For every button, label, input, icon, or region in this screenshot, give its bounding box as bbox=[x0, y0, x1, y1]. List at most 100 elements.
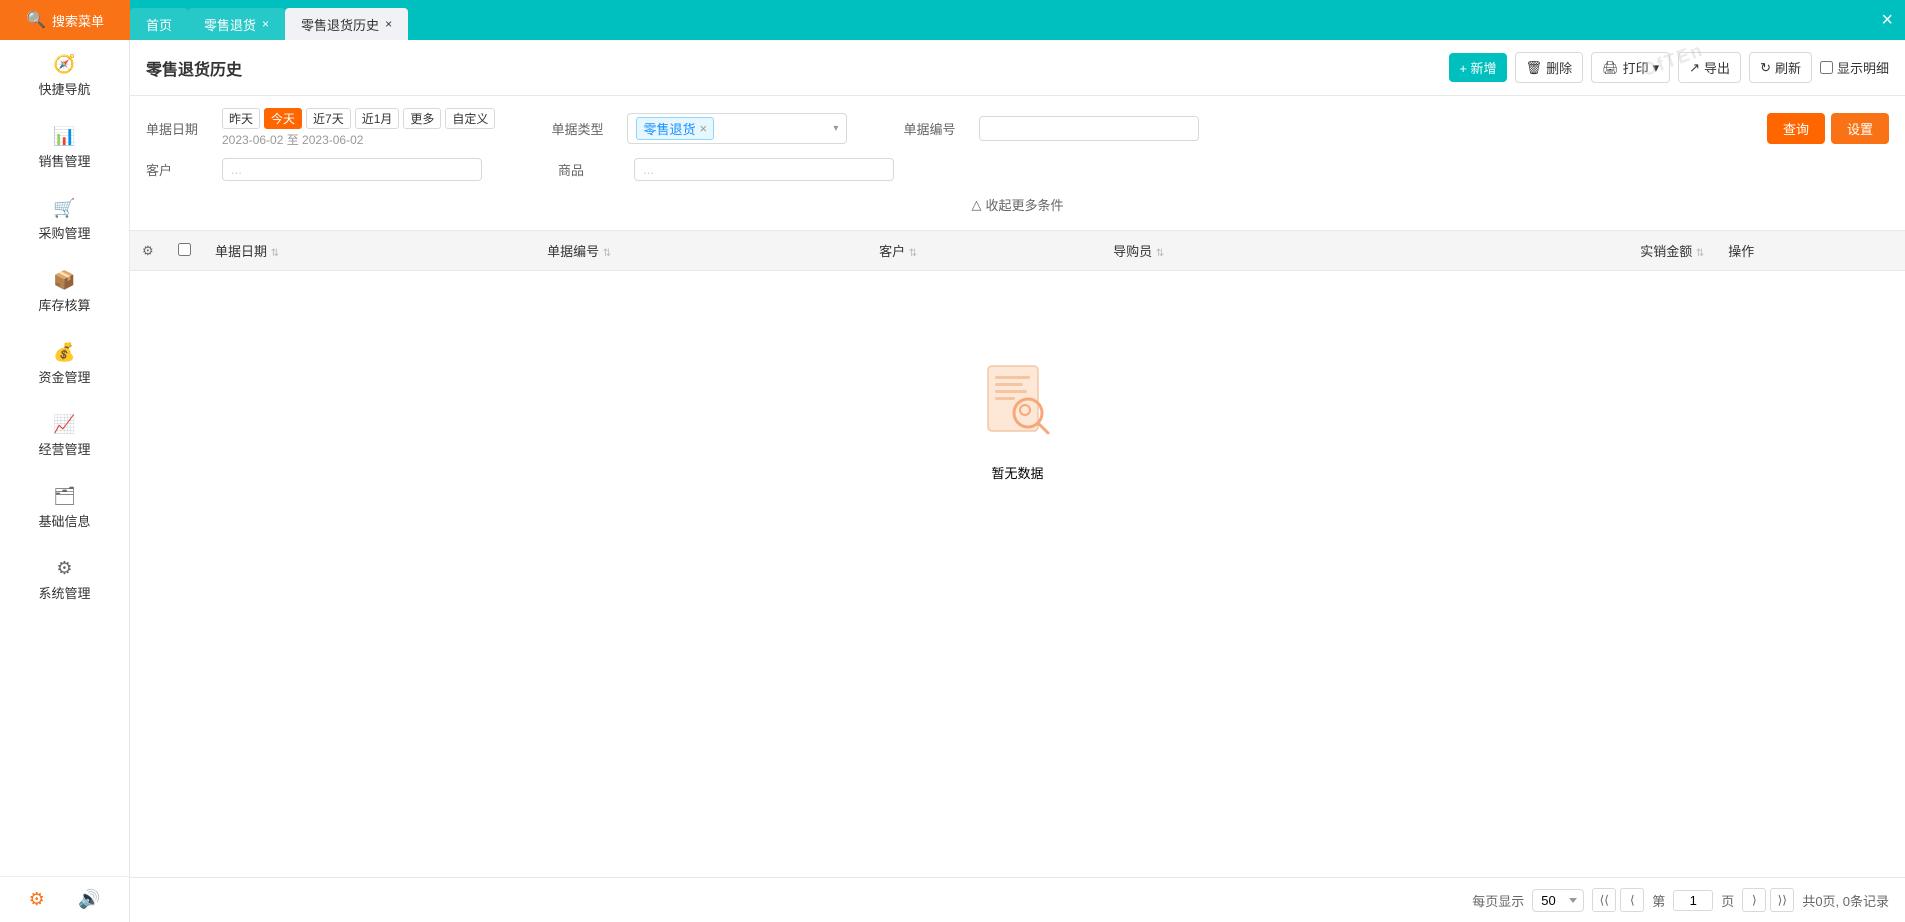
search-icon: 🔍 bbox=[26, 10, 46, 30]
th-customer[interactable]: 客户 ⇅ bbox=[867, 231, 1101, 271]
voucher-type-close[interactable]: × bbox=[699, 121, 707, 136]
date-1month[interactable]: 近1月 bbox=[355, 108, 400, 129]
page-last-btn[interactable]: ⟩⟩ bbox=[1770, 888, 1794, 912]
th-guide[interactable]: 导购员 ⇅ bbox=[1101, 231, 1384, 271]
tab-retail-return-history[interactable]: 零售退货历史 × bbox=[285, 8, 408, 40]
sort-guide-icon: ⇅ bbox=[1156, 248, 1164, 259]
delete-icon: 🗑 bbox=[1526, 60, 1543, 76]
export-icon: ↗ bbox=[1689, 60, 1700, 76]
sort-date-icon: ⇅ bbox=[271, 248, 279, 259]
window-close-btn[interactable]: × bbox=[1869, 9, 1905, 32]
settings-bottom-icon[interactable]: ⚙ bbox=[29, 889, 45, 910]
th-action: 操作 bbox=[1716, 231, 1905, 271]
query-button[interactable]: 查询 bbox=[1767, 113, 1825, 144]
empty-state-row: 暂无数据 bbox=[130, 271, 1905, 563]
print-dropdown-icon: ▾ bbox=[1653, 60, 1660, 76]
print-icon: 🖨 bbox=[1602, 60, 1619, 76]
print-button[interactable]: 🖨 打印 ▾ bbox=[1591, 52, 1670, 83]
tab-close-retail-return-history[interactable]: × bbox=[385, 17, 392, 31]
th-date[interactable]: 单据日期 ⇅ bbox=[203, 231, 535, 271]
finance-icon: 💰 bbox=[53, 342, 75, 363]
sidebar-label-inventory: 库存核算 bbox=[38, 295, 90, 314]
page-title: 零售退货历史 bbox=[146, 56, 242, 80]
date-range-display: 2023-06-02 至 2023-06-02 bbox=[222, 131, 495, 148]
sidebar-item-purchase[interactable]: 🛒 采购管理 bbox=[0, 184, 129, 256]
top-bar: 🔍 搜索菜单 首页 零售退货 × 零售退货历史 × × bbox=[0, 0, 1905, 40]
refresh-button[interactable]: ↻ 刷新 bbox=[1749, 52, 1812, 83]
date-today[interactable]: 今天 bbox=[264, 108, 302, 129]
sidebar-label-operations: 经营管理 bbox=[38, 439, 90, 458]
filter-row-1: 单据日期 昨天 今天 近7天 近1月 更多 自定义 2023-06-02 至 2… bbox=[146, 108, 1889, 148]
operations-icon: 📈 bbox=[53, 414, 75, 435]
th-amount[interactable]: 实销金额 ⇅ bbox=[1384, 231, 1716, 271]
tab-home[interactable]: 首页 bbox=[130, 8, 188, 40]
tab-retail-return[interactable]: 零售退货 × bbox=[188, 8, 285, 40]
page-header: 零售退货历史 + 新增 🗑 删除 🖨 打印 ▾ ↗ 导出 ↻ bbox=[130, 40, 1905, 96]
inventory-icon: 📦 bbox=[53, 270, 75, 291]
export-button[interactable]: ↗ 导出 bbox=[1678, 52, 1741, 83]
table-body: 暂无数据 bbox=[130, 271, 1905, 563]
display-detail-checkbox[interactable] bbox=[1820, 61, 1833, 74]
sort-no-icon: ⇅ bbox=[603, 248, 611, 259]
table-header-row: ⚙ 单据日期 ⇅ 单据编号 ⇅ bbox=[130, 231, 1905, 271]
voucher-no-label: 单据编号 bbox=[903, 119, 963, 138]
filter-row-2: 客户 ... 商品 ... bbox=[146, 158, 1889, 181]
th-checkbox bbox=[166, 231, 203, 271]
tab-close-retail-return[interactable]: × bbox=[262, 17, 269, 31]
sidebar-item-finance[interactable]: 💰 资金管理 bbox=[0, 328, 129, 400]
page-prev-btn[interactable]: ⟨ bbox=[1620, 888, 1644, 912]
th-no[interactable]: 单据编号 ⇅ bbox=[535, 231, 867, 271]
collapse-btn[interactable]: △ 收起更多条件 bbox=[146, 191, 1889, 218]
sidebar-item-basic-info[interactable]: 🗂 基础信息 bbox=[0, 472, 129, 544]
main-layout: 🧭 快捷导航 📊 销售管理 🛒 采购管理 📦 库存核算 💰 资金管理 📈 经营管… bbox=[0, 40, 1905, 922]
display-detail-wrapper: 显示明细 bbox=[1820, 58, 1889, 77]
sidebar-label-system: 系统管理 bbox=[38, 583, 90, 602]
table-container: ⚙ 单据日期 ⇅ 单据编号 ⇅ bbox=[130, 231, 1905, 877]
goods-input-wrapper[interactable]: ... bbox=[634, 158, 894, 181]
column-settings-icon[interactable]: ⚙ bbox=[142, 243, 154, 258]
quick-nav-icon: 🧭 bbox=[53, 54, 75, 75]
sidebar-item-system[interactable]: ⚙ 系统管理 bbox=[0, 544, 129, 616]
content-area: 零售退货历史 + 新增 🗑 删除 🖨 打印 ▾ ↗ 导出 ↻ bbox=[130, 40, 1905, 922]
new-button[interactable]: + 新增 bbox=[1449, 53, 1506, 82]
voucher-no-input[interactable] bbox=[979, 116, 1199, 141]
sidebar-item-inventory[interactable]: 📦 库存核算 bbox=[0, 256, 129, 328]
customer-input-wrapper[interactable]: ... bbox=[222, 158, 482, 181]
customer-placeholder: ... bbox=[231, 162, 473, 177]
setting-button[interactable]: 设置 bbox=[1831, 113, 1889, 144]
date-custom[interactable]: 自定义 bbox=[445, 108, 495, 129]
sidebar-item-quick-nav[interactable]: 🧭 快捷导航 bbox=[0, 40, 129, 112]
page-number-input[interactable] bbox=[1673, 890, 1713, 911]
data-table: ⚙ 单据日期 ⇅ 单据编号 ⇅ bbox=[130, 231, 1905, 562]
search-menu-btn[interactable]: 🔍 搜索菜单 bbox=[0, 0, 130, 40]
collapse-icon: △ bbox=[971, 197, 981, 213]
select-all-checkbox[interactable] bbox=[178, 243, 191, 256]
date-7days[interactable]: 近7天 bbox=[306, 108, 351, 129]
date-more[interactable]: 更多 bbox=[403, 108, 441, 129]
voucher-type-select-wrapper[interactable]: 零售退货 × ▾ bbox=[627, 113, 847, 144]
delete-button[interactable]: 🗑 删除 bbox=[1515, 52, 1584, 83]
table-header: ⚙ 单据日期 ⇅ 单据编号 ⇅ bbox=[130, 231, 1905, 271]
sales-icon: 📊 bbox=[53, 126, 75, 147]
sidebar-label-finance: 资金管理 bbox=[38, 367, 90, 386]
date-yesterday[interactable]: 昨天 bbox=[222, 108, 260, 129]
date-shortcuts-group: 昨天 今天 近7天 近1月 更多 自定义 2023-06-02 至 2023-0… bbox=[222, 108, 495, 148]
date-label: 单据日期 bbox=[146, 119, 206, 138]
page-next-btn[interactable]: ⟩ bbox=[1742, 888, 1766, 912]
empty-state: 暂无数据 bbox=[130, 271, 1905, 562]
voucher-type-value: 零售退货 bbox=[643, 119, 695, 138]
date-shortcuts: 昨天 今天 近7天 近1月 更多 自定义 bbox=[222, 108, 495, 129]
refresh-icon: ↻ bbox=[1760, 60, 1771, 76]
sort-customer-icon: ⇅ bbox=[909, 248, 917, 259]
basic-info-icon: 🗂 bbox=[53, 486, 76, 507]
sidebar-item-operations[interactable]: 📈 经营管理 bbox=[0, 400, 129, 472]
volume-icon[interactable]: 🔊 bbox=[78, 889, 100, 910]
empty-text: 暂无数据 bbox=[991, 463, 1043, 482]
display-detail-label[interactable]: 显示明细 bbox=[1837, 58, 1889, 77]
sort-amount-icon: ⇅ bbox=[1696, 248, 1704, 259]
page-unit: 页 bbox=[1721, 891, 1734, 910]
th-settings: ⚙ bbox=[130, 231, 166, 271]
per-page-select[interactable]: 10 20 50 100 bbox=[1532, 889, 1584, 912]
sidebar-item-sales[interactable]: 📊 销售管理 bbox=[0, 112, 129, 184]
page-first-btn[interactable]: ⟨⟨ bbox=[1592, 888, 1616, 912]
